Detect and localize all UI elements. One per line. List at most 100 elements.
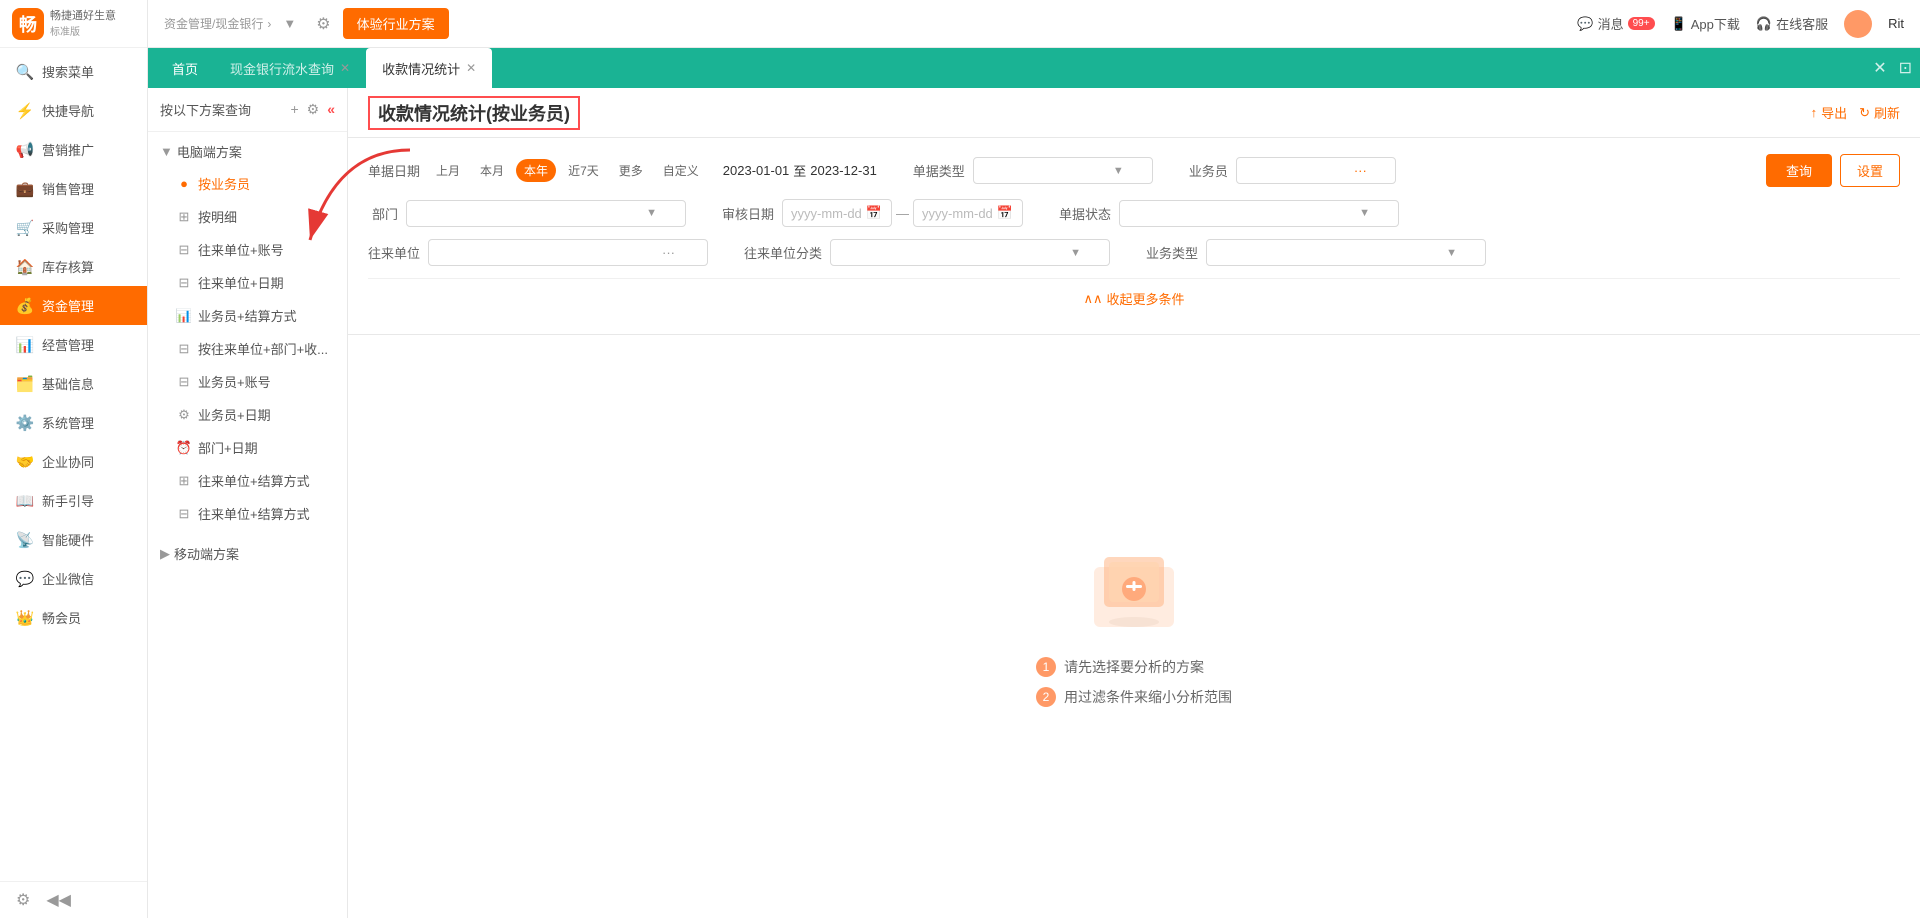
app-download-item[interactable]: 📱 App下载 — [1671, 14, 1740, 33]
scheme-item-partner-account[interactable]: ⊟ 往来单位+账号 — [148, 233, 347, 266]
tab-collection-close[interactable]: ✕ — [466, 61, 476, 75]
tab-maximize-icon[interactable]: ⊡ — [1899, 58, 1912, 78]
date-tab-this-year[interactable]: 本年 — [516, 159, 556, 182]
voucher-status-arrow-icon: ▼ — [1359, 207, 1370, 219]
review-date-start[interactable]: yyyy-mm-dd 📅 — [782, 199, 892, 227]
scheme-item-dept-date[interactable]: ⏰ 部门+日期 — [148, 431, 347, 464]
sidebar-item-guide[interactable]: 📖 新手引导 — [0, 481, 147, 520]
sidebar-item-basic[interactable]: 🗂️ 基础信息 — [0, 364, 147, 403]
tab-home[interactable]: 首页 — [156, 48, 214, 88]
scheme-item-partner-date[interactable]: ⊟ 往来单位+日期 — [148, 266, 347, 299]
collapse-panel-icon[interactable]: « — [327, 101, 335, 118]
sidebar-item-finance[interactable]: 💰 资金管理 — [0, 286, 147, 325]
search-icon: 🔍 — [16, 63, 34, 81]
detail-icon: ⊞ — [176, 209, 192, 225]
messages-badge: 99+ — [1628, 17, 1655, 30]
enterprise-icon: 🤝 — [16, 453, 34, 471]
page-title-bar: 收款情况统计(按业务员) ↑ 导出 ↻ 刷新 — [348, 88, 1920, 138]
add-scheme-icon[interactable]: + — [290, 101, 298, 118]
tab-actions: ✕ ⊡ — [1873, 58, 1912, 78]
settings-bottom-icon[interactable]: ⚙ — [16, 890, 30, 910]
scheme-item-detail[interactable]: ⊞ 按明细 — [148, 200, 347, 233]
salesperson-more-icon[interactable]: ··· — [1354, 163, 1367, 178]
sidebar-item-inventory[interactable]: 🏠 库存核算 — [0, 247, 147, 286]
active-scheme-icon: ● — [176, 176, 192, 192]
partner-category-select[interactable]: ▼ — [830, 239, 1110, 266]
sidebar: 畅 畅捷通好生意 标准版 🔍 搜索菜单 ⚡ 快捷导航 📢 营销推广 💼 销售管理… — [0, 0, 148, 918]
partner-select[interactable]: ··· — [428, 239, 708, 266]
refresh-action[interactable]: ↻ 刷新 — [1859, 103, 1900, 122]
scheme-item-salesperson-account[interactable]: ⊟ 业务员+账号 — [148, 365, 347, 398]
arrow-right-icon: ▶ — [160, 546, 170, 562]
collapse-conditions-btn[interactable]: ∧∧ 收起更多条件 — [368, 278, 1900, 318]
scheme-item-partner-settlement1[interactable]: ⊞ 往来单位+结算方式 — [148, 464, 347, 497]
voucher-status-select[interactable]: ▼ — [1119, 200, 1399, 227]
empty-area: 1 请先选择要分析的方案 2 用过滤条件来缩小分析范围 — [348, 335, 1920, 918]
sidebar-item-quicknav[interactable]: ⚡ 快捷导航 — [0, 91, 147, 130]
setting-button[interactable]: 设置 — [1840, 154, 1900, 187]
query-button[interactable]: 查询 — [1766, 154, 1832, 187]
messages-item[interactable]: 💬 消息 99+ — [1577, 14, 1654, 33]
scheme-item-salesperson-date[interactable]: ⚙ 业务员+日期 — [148, 398, 347, 431]
tab-cashflow-close[interactable]: ✕ — [340, 61, 350, 75]
scheme-item-salesperson-settlement[interactable]: 📊 业务员+结算方式 — [148, 299, 347, 332]
review-date-end[interactable]: yyyy-mm-dd 📅 — [913, 199, 1023, 227]
wechat-icon: 💬 — [16, 570, 34, 588]
sales-icon: 💼 — [16, 180, 34, 198]
date-tab-custom[interactable]: 自定义 — [655, 159, 707, 182]
trial-button[interactable]: 体验行业方案 — [343, 8, 449, 39]
filter-row-1: 单据日期 上月 本月 本年 近7天 更多 自定义 2023-01-01 至 — [368, 154, 1900, 187]
date-tab-last-month[interactable]: 上月 — [428, 159, 468, 182]
scheme-group-desktop-header[interactable]: ▼ 电脑端方案 — [148, 136, 347, 167]
sidebar-item-enterprise[interactable]: 🤝 企业协同 — [0, 442, 147, 481]
scheme-item-partner-dept[interactable]: ⊟ 按往来单位+部门+收... — [148, 332, 347, 365]
dept-select[interactable]: ▼ — [406, 200, 686, 227]
partner-account-icon: ⊟ — [176, 242, 192, 258]
logo-text: 畅捷通好生意 — [50, 9, 116, 23]
sidebar-item-hardware[interactable]: 📡 智能硬件 — [0, 520, 147, 559]
sidebar-item-search[interactable]: 🔍 搜索菜单 — [0, 52, 147, 91]
tab-close-icon[interactable]: ✕ — [1873, 58, 1886, 78]
breadcrumb-dropdown-icon[interactable]: ▼ — [283, 16, 296, 31]
date-tab-more[interactable]: 更多 — [611, 159, 651, 182]
member-icon: 👑 — [16, 609, 34, 627]
sidebar-item-wechat[interactable]: 💬 企业微信 — [0, 559, 147, 598]
date-tabs: 上月 本月 本年 近7天 更多 自定义 — [428, 159, 707, 182]
header-left: 资金管理/现金银行 › ▼ ⚙ 体验行业方案 — [164, 8, 449, 39]
scheme-group-mobile-header[interactable]: ▶ 移动端方案 — [148, 538, 347, 569]
export-action[interactable]: ↑ 导出 — [1811, 103, 1848, 122]
partner-label: 往来单位 — [368, 243, 420, 262]
sidebar-item-system[interactable]: ⚙️ 系统管理 — [0, 403, 147, 442]
marketing-icon: 📢 — [16, 141, 34, 159]
date-tab-7days[interactable]: 近7天 — [560, 159, 607, 182]
settings-scheme-icon[interactable]: ⚙ — [307, 101, 320, 118]
tab-collection[interactable]: 收款情况统计 ✕ — [366, 48, 492, 88]
partner-more-icon[interactable]: ··· — [658, 245, 679, 260]
business-type-select[interactable]: ▼ — [1206, 239, 1486, 266]
tab-cashflow[interactable]: 现金银行流水查询 ✕ — [214, 48, 366, 88]
page-content: 按以下方案查询 + ⚙ « ▼ 电脑端方案 ● 按业务员 ⊞ — [148, 88, 1920, 918]
breadcrumb-text: 资金管理/现金银行 — [164, 15, 263, 32]
online-service-item[interactable]: 🎧 在线客服 — [1756, 14, 1828, 33]
calendar-icon: 📅 — [866, 205, 882, 221]
app-icon: 📱 — [1671, 16, 1687, 32]
top-header: 资金管理/现金银行 › ▼ ⚙ 体验行业方案 💬 消息 99+ 📱 App下载 … — [148, 0, 1920, 48]
date-tab-this-month[interactable]: 本月 — [472, 159, 512, 182]
panel-header-icons: + ⚙ « — [290, 101, 335, 118]
collapse-sidebar-icon[interactable]: ◀◀ — [46, 890, 71, 910]
scheme-item-salesperson[interactable]: ● 按业务员 — [148, 167, 347, 200]
sidebar-item-purchase[interactable]: 🛒 采购管理 — [0, 208, 147, 247]
gear-icon[interactable]: ⚙ — [316, 14, 330, 34]
sidebar-bottom: ⚙ ◀◀ — [0, 881, 147, 918]
voucher-type-select[interactable]: ▼ — [973, 157, 1153, 184]
sidebar-item-sales[interactable]: 💼 销售管理 — [0, 169, 147, 208]
sidebar-item-operation[interactable]: 📊 经营管理 — [0, 325, 147, 364]
avatar[interactable] — [1844, 10, 1872, 38]
sidebar-item-member[interactable]: 👑 畅会员 — [0, 598, 147, 637]
breadcrumb: 资金管理/现金银行 › — [164, 15, 271, 32]
sidebar-item-marketing[interactable]: 📢 营销推广 — [0, 130, 147, 169]
scheme-item-partner-settlement2[interactable]: ⊟ 往来单位+结算方式 — [148, 497, 347, 530]
date-label: 单据日期 — [368, 161, 420, 180]
salesperson-select[interactable]: ··· — [1236, 157, 1396, 184]
service-icon: 🎧 — [1756, 16, 1772, 32]
